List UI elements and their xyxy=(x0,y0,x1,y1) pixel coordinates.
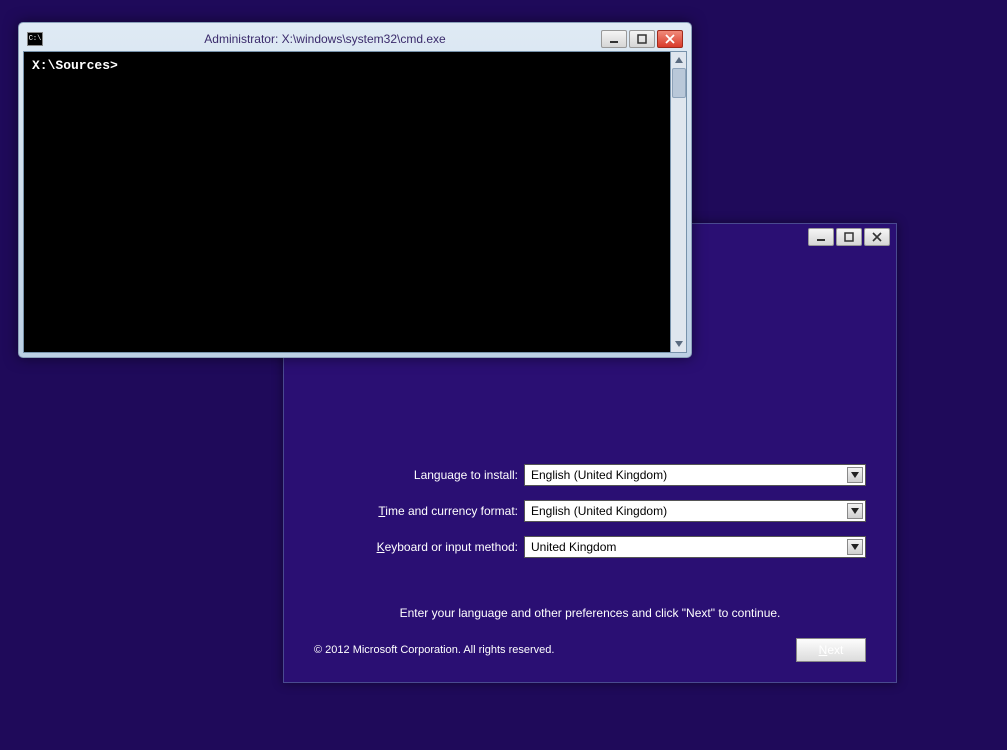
scroll-down-icon[interactable] xyxy=(672,336,686,352)
cmd-title: Administrator: X:\windows\system32\cmd.e… xyxy=(49,32,601,46)
keyboard-field-row: Keyboard or input method: United Kingdom xyxy=(314,536,866,558)
setup-hint: Enter your language and other preference… xyxy=(314,606,866,620)
language-field-row: Language to install: English (United Kin… xyxy=(314,464,866,486)
cmd-scrollbar[interactable] xyxy=(670,52,686,352)
setup-close-button[interactable] xyxy=(864,228,890,246)
language-dropdown[interactable]: English (United Kingdom) xyxy=(524,464,866,486)
keyboard-label: Keyboard or input method: xyxy=(314,540,524,554)
language-label: Language to install: xyxy=(314,468,524,482)
chevron-down-icon[interactable] xyxy=(847,467,863,483)
cmd-output[interactable]: X:\Sources> xyxy=(24,52,670,352)
scroll-up-icon[interactable] xyxy=(672,52,686,68)
time-value: English (United Kingdom) xyxy=(531,504,667,518)
time-dropdown[interactable]: English (United Kingdom) xyxy=(524,500,866,522)
cmd-minimize-button[interactable] xyxy=(601,30,627,48)
next-button[interactable]: Next xyxy=(796,638,866,662)
cmd-titlebar[interactable]: C:\ Administrator: X:\windows\system32\c… xyxy=(23,27,687,51)
copyright-text: © 2012 Microsoft Corporation. All rights… xyxy=(314,644,554,656)
setup-maximize-button[interactable] xyxy=(836,228,862,246)
setup-minimize-button[interactable] xyxy=(808,228,834,246)
time-label: Time and currency format: xyxy=(314,504,524,518)
chevron-down-icon[interactable] xyxy=(847,503,863,519)
scroll-thumb[interactable] xyxy=(672,68,686,98)
language-value: English (United Kingdom) xyxy=(531,468,667,482)
keyboard-value: United Kingdom xyxy=(531,540,616,554)
cmd-icon: C:\ xyxy=(27,32,43,46)
chevron-down-icon[interactable] xyxy=(847,539,863,555)
cmd-window: C:\ Administrator: X:\windows\system32\c… xyxy=(18,22,692,358)
time-field-row: Time and currency format: English (Unite… xyxy=(314,500,866,522)
keyboard-dropdown[interactable]: United Kingdom xyxy=(524,536,866,558)
cmd-client-area: X:\Sources> xyxy=(23,51,687,353)
cmd-close-button[interactable] xyxy=(657,30,683,48)
cmd-maximize-button[interactable] xyxy=(629,30,655,48)
